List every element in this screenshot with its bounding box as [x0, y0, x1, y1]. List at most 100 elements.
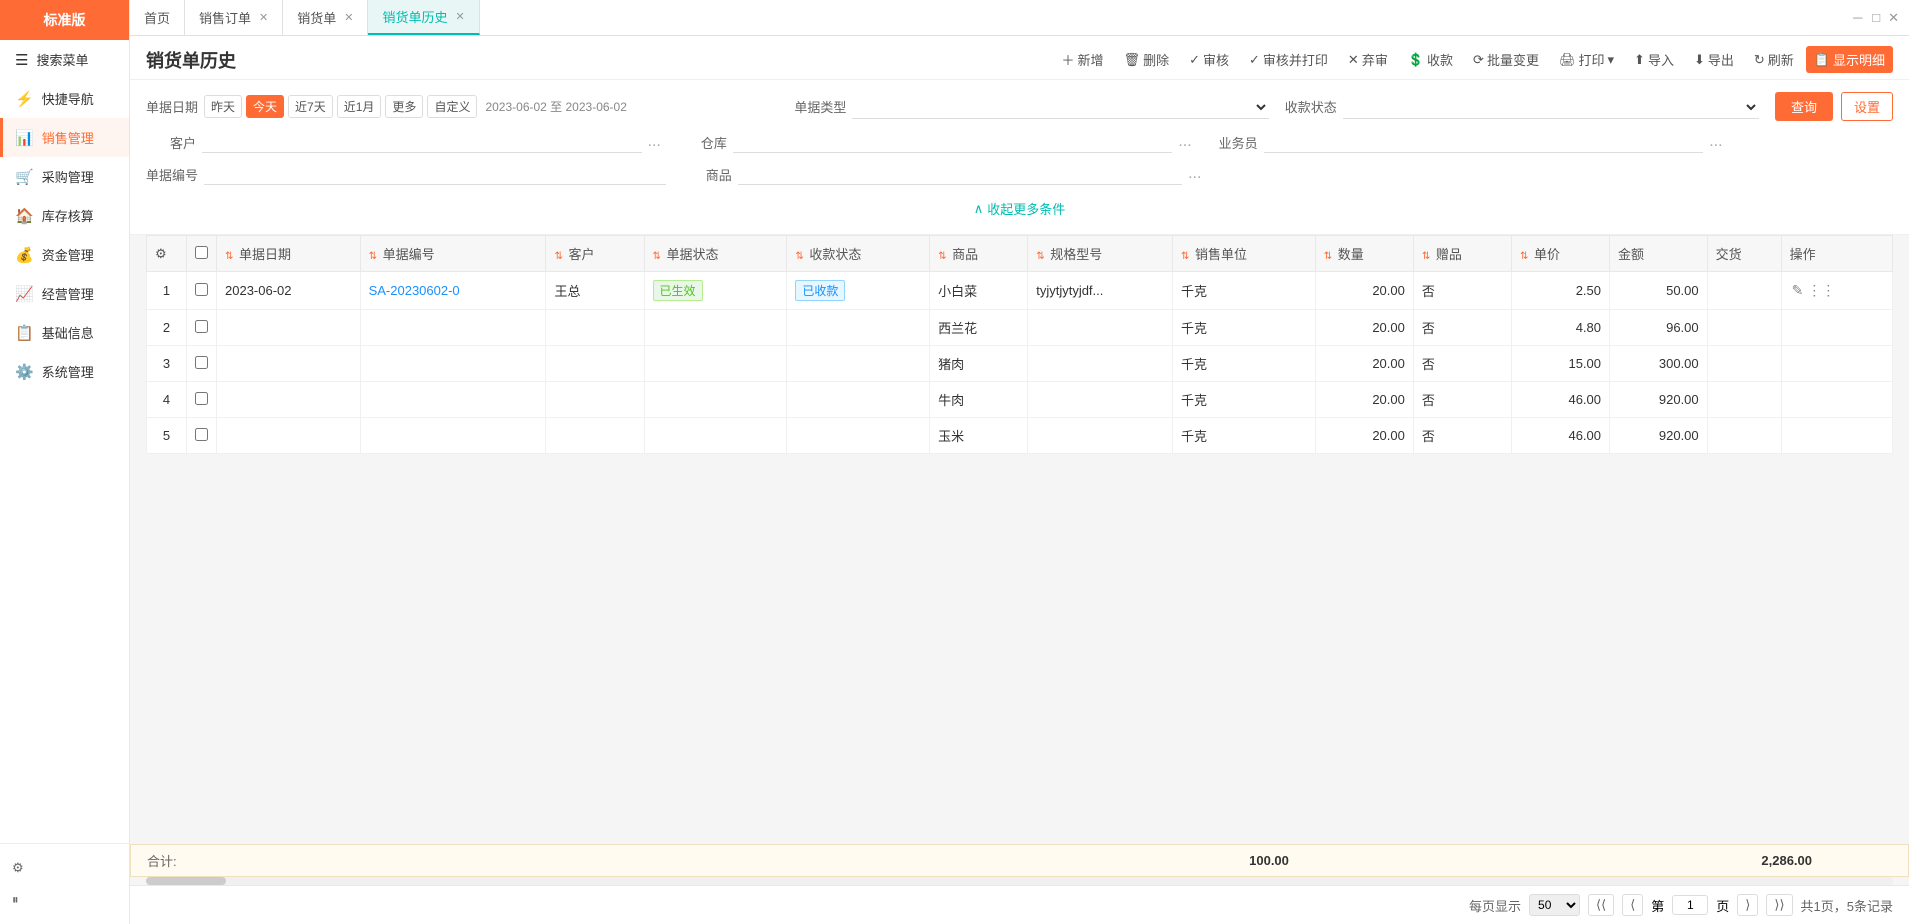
- th-customer[interactable]: ⇅ 客户: [546, 236, 644, 272]
- doc-num-input[interactable]: [204, 163, 666, 185]
- window-close-icon[interactable]: ✕: [1888, 10, 1899, 26]
- th-settings[interactable]: ⚙: [147, 236, 187, 272]
- sidebar-item-search-menu[interactable]: ☰ 搜索菜单: [0, 40, 129, 79]
- date-btn-more[interactable]: 更多: [385, 95, 423, 118]
- cell-doc-num[interactable]: [360, 382, 546, 418]
- th-doc-num-label: 单据编号: [383, 247, 435, 262]
- th-goods[interactable]: ⇅ 商品: [930, 236, 1028, 272]
- th-spec[interactable]: ⇅ 规格型号: [1028, 236, 1173, 272]
- sidebar-item-quick-nav[interactable]: ⚡ 快捷导航: [0, 79, 129, 118]
- page-next-btn[interactable]: ⟩: [1737, 894, 1758, 916]
- tab-sales-goods[interactable]: 销货单 ✕: [283, 0, 368, 35]
- sidebar-bottom-settings[interactable]: ⚙: [0, 852, 129, 884]
- th-unit-price[interactable]: ⇅ 单价: [1511, 236, 1609, 272]
- goods-dots[interactable]: ...: [1188, 165, 1201, 183]
- sort-icon-spec: ⇅: [1036, 251, 1044, 262]
- cell-doc-status: [644, 346, 787, 382]
- th-qty[interactable]: ⇅ 数量: [1315, 236, 1413, 272]
- th-doc-num[interactable]: ⇅ 单据编号: [360, 236, 546, 272]
- page-prev-btn[interactable]: ⟨: [1622, 894, 1643, 916]
- sidebar-item-inventory[interactable]: 🏠 库存核算: [0, 196, 129, 235]
- cell-doc-num[interactable]: SA-20230602-0: [360, 272, 546, 310]
- sidebar-item-sys-mgmt[interactable]: ⚙️ 系统管理: [0, 352, 129, 391]
- th-date[interactable]: ⇅ 单据日期: [217, 236, 361, 272]
- th-doc-status[interactable]: ⇅ 单据状态: [644, 236, 787, 272]
- customer-dots[interactable]: ...: [648, 133, 661, 151]
- sidebar-item-purchase-mgmt[interactable]: 🛒 采购管理: [0, 157, 129, 196]
- window-minimize-icon[interactable]: －: [1851, 8, 1864, 27]
- row-checkbox[interactable]: [195, 320, 208, 333]
- date-btn-1month[interactable]: 近1月: [337, 95, 382, 118]
- select-all-checkbox[interactable]: [195, 246, 208, 259]
- tab-sales-history[interactable]: 销货单历史 ✕: [368, 0, 479, 35]
- date-btn-custom[interactable]: 自定义: [427, 95, 477, 118]
- th-payment-status[interactable]: ⇅ 收款状态: [787, 236, 930, 272]
- export-button[interactable]: ⬇ 导出: [1686, 46, 1742, 73]
- page-first-btn[interactable]: ⟨⟨: [1588, 894, 1614, 916]
- per-page-select[interactable]: 50 100: [1529, 894, 1580, 916]
- delete-button[interactable]: 🗑 删除: [1116, 46, 1178, 73]
- th-gift[interactable]: ⇅ 赠品: [1413, 236, 1511, 272]
- summary-total-amount: 2,286.00: [1761, 853, 1892, 868]
- refresh-button[interactable]: ↻ 刷新: [1746, 46, 1802, 73]
- abandon-button[interactable]: ✕ 弃审: [1340, 46, 1396, 73]
- tab-sales-order[interactable]: 销售订单 ✕: [185, 0, 283, 35]
- table-settings-icon[interactable]: ⚙: [155, 246, 167, 261]
- data-table: ⚙ ⇅ 单据日期 ⇅ 单据编号: [146, 235, 1893, 454]
- print-button[interactable]: 🖨 打印 ▾: [1551, 46, 1622, 73]
- batch-change-label: 批量变更: [1487, 50, 1539, 69]
- audit-print-label: 审核并打印: [1263, 50, 1328, 69]
- th-transaction[interactable]: 交货: [1707, 236, 1781, 272]
- date-btn-7days[interactable]: 近7天: [288, 95, 333, 118]
- collapse-bar[interactable]: ∧ 收起更多条件: [146, 195, 1893, 222]
- doc-type-select[interactable]: [852, 95, 1268, 119]
- sidebar-item-finance[interactable]: 💰 资金管理: [0, 235, 129, 274]
- show-details-button[interactable]: 📋 显示明细: [1806, 46, 1893, 73]
- page-input[interactable]: [1672, 895, 1708, 915]
- cell-actions: ✎⋮⋮: [1781, 272, 1892, 310]
- tab-sales-goods-close[interactable]: ✕: [344, 11, 353, 24]
- cell-doc-num[interactable]: [360, 310, 546, 346]
- row-checkbox[interactable]: [195, 428, 208, 441]
- cell-doc-num[interactable]: [360, 346, 546, 382]
- sidebar-item-basic-info[interactable]: 📋 基础信息: [0, 313, 129, 352]
- import-button[interactable]: ⬆ 导入: [1626, 46, 1682, 73]
- staff-input[interactable]: [1264, 131, 1704, 153]
- settings-button[interactable]: 设置: [1841, 92, 1893, 121]
- scrollbar-thumb[interactable]: [146, 877, 226, 885]
- customer-input[interactable]: [202, 131, 642, 153]
- tab-home[interactable]: 首页: [130, 0, 185, 35]
- warehouse-label: 仓库: [677, 133, 727, 152]
- page-last-btn[interactable]: ⟩⟩: [1766, 894, 1792, 916]
- row-checkbox[interactable]: [195, 356, 208, 369]
- sidebar-bottom-toggle[interactable]: ⏸: [0, 884, 129, 916]
- row-checkbox[interactable]: [195, 392, 208, 405]
- collect-button[interactable]: 💲 收款: [1400, 46, 1461, 73]
- window-restore-icon[interactable]: □: [1872, 10, 1880, 25]
- th-unit[interactable]: ⇅ 销售单位: [1172, 236, 1315, 272]
- cell-doc-num[interactable]: [360, 418, 546, 454]
- date-btn-today[interactable]: 今天: [246, 95, 284, 118]
- query-button[interactable]: 查询: [1775, 92, 1833, 121]
- audit-print-button[interactable]: ✓ 审核并打印: [1241, 46, 1336, 73]
- audit-button[interactable]: ✓ 审核: [1181, 46, 1237, 73]
- warehouse-dots[interactable]: ...: [1178, 133, 1191, 151]
- tab-sales-history-close[interactable]: ✕: [456, 10, 465, 23]
- staff-dots[interactable]: ...: [1709, 133, 1722, 151]
- warehouse-input[interactable]: [733, 131, 1173, 153]
- th-amount[interactable]: 金额: [1610, 236, 1708, 272]
- action-more-icon[interactable]: ⋮⋮: [1807, 282, 1835, 298]
- sidebar-item-sales-mgmt[interactable]: 📊 销售管理: [0, 118, 129, 157]
- payment-status-select[interactable]: [1343, 95, 1759, 119]
- action-edit-icon[interactable]: ✎: [1792, 282, 1804, 298]
- sidebar-item-ops-mgmt[interactable]: 📈 经营管理: [0, 274, 129, 313]
- scrollbar-area[interactable]: [146, 877, 1893, 885]
- goods-input[interactable]: [738, 163, 1182, 185]
- new-button[interactable]: ＋ 新增: [1054, 46, 1112, 73]
- tab-sales-order-close[interactable]: ✕: [259, 11, 268, 24]
- batch-change-button[interactable]: ⟳ 批量变更: [1465, 46, 1547, 73]
- doc-num-link[interactable]: SA-20230602-0: [369, 283, 460, 298]
- date-btn-yesterday[interactable]: 昨天: [204, 95, 242, 118]
- row-checkbox[interactable]: [195, 283, 208, 296]
- th-checkbox[interactable]: [187, 236, 217, 272]
